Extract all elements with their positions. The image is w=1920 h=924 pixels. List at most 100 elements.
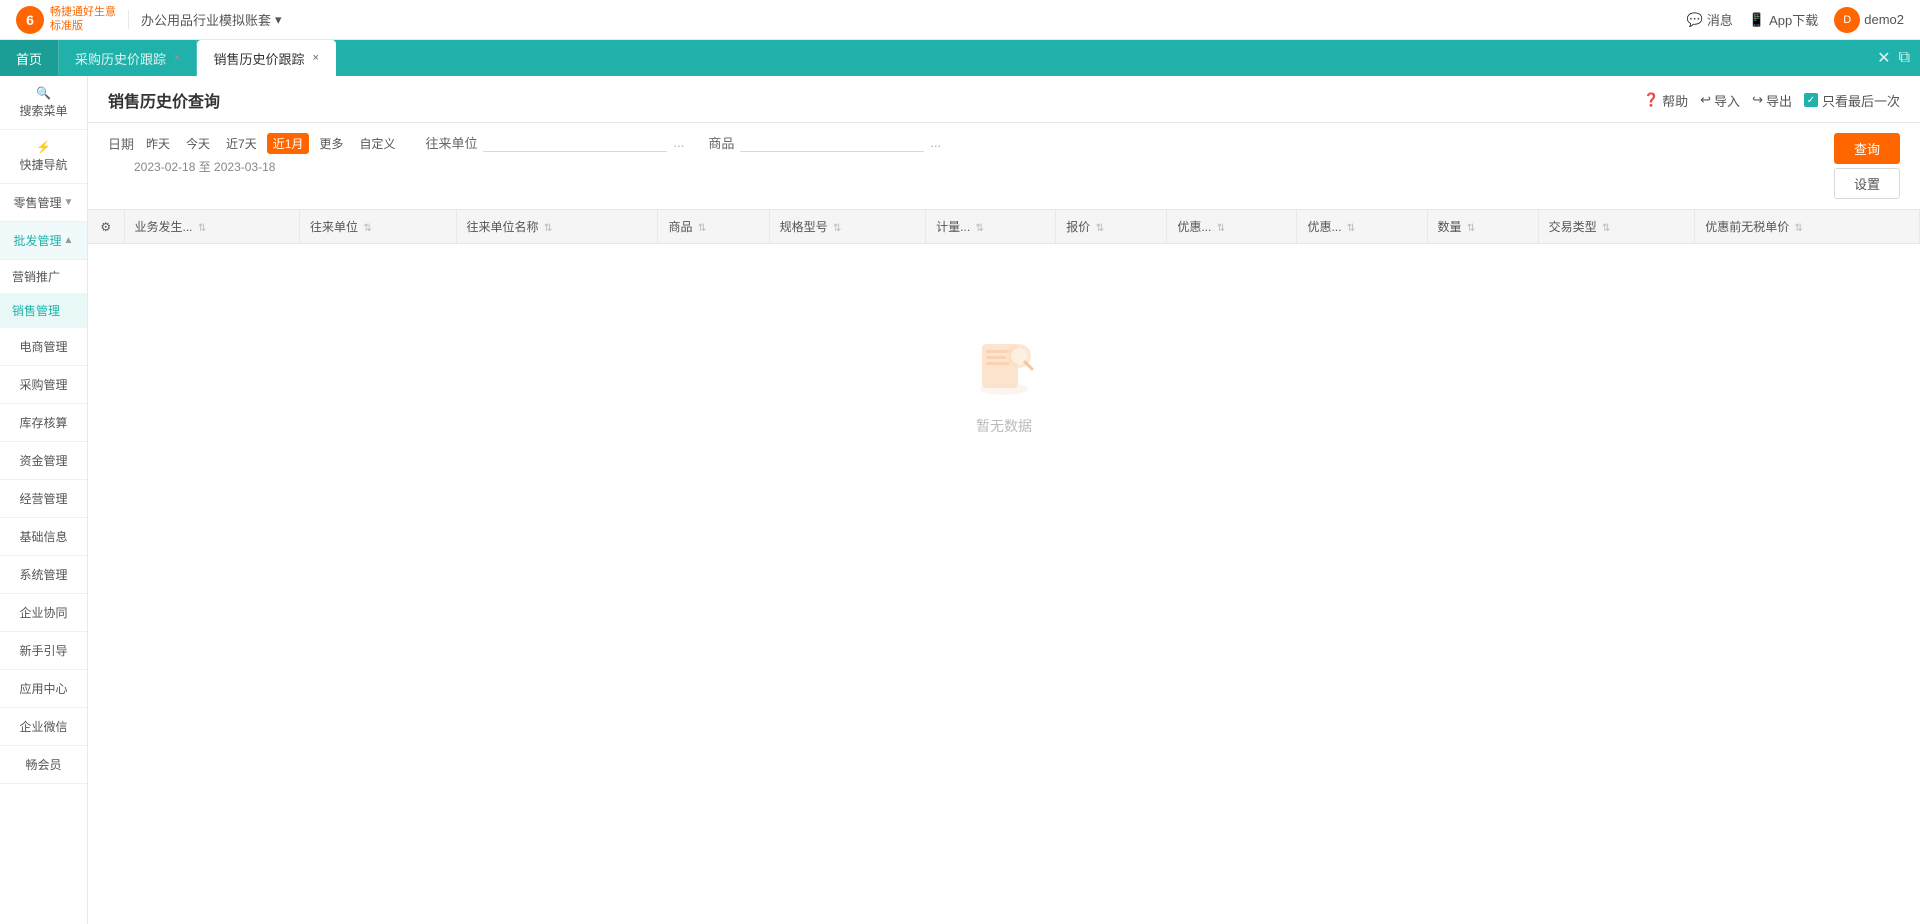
sidebar-item-search-menu[interactable]: 🔍 搜索菜单 — [0, 76, 87, 130]
setting-button[interactable]: 设置 — [1834, 168, 1900, 199]
counterpart-input[interactable] — [483, 134, 667, 152]
product-picker-btn[interactable]: ... — [930, 135, 941, 150]
sidebar-item-new-guide[interactable]: 新手引导 — [0, 632, 87, 670]
content-area: 销售历史价查询 ❓ 帮助 ↩ 导入 ↪ 导出 ✓ — [88, 76, 1920, 924]
sidebar-item-label: 经营管理 — [19, 490, 67, 507]
sidebar-item-wholesale-mgmt[interactable]: 批发管理 ▲ — [0, 222, 87, 260]
col-counterpart[interactable]: 往来单位 ⇅ — [299, 210, 456, 244]
top-bar-left: 6 畅捷通好生意 标准版 办公用品行业模拟账套 ▾ — [16, 6, 282, 34]
close-all-tabs-button[interactable]: ✕ — [1877, 48, 1890, 68]
col-product[interactable]: 商品 ⇅ — [658, 210, 769, 244]
col-spec[interactable]: 规格型号 ⇅ — [769, 210, 926, 244]
date-btn-custom[interactable]: 自定义 — [353, 133, 401, 154]
sidebar-item-enterprise[interactable]: 企业协同 — [0, 594, 87, 632]
sort-icon: ⇅ — [1217, 223, 1225, 234]
sort-icon: ⇅ — [198, 223, 206, 234]
help-icon: ❓ — [1643, 92, 1659, 108]
sidebar-item-sales-mgmt[interactable]: 销售管理 — [0, 294, 87, 328]
tab-purchase-history[interactable]: 采购历史价跟踪 × — [59, 40, 197, 76]
avatar: D — [1834, 7, 1860, 33]
import-button[interactable]: ↩ 导入 — [1700, 91, 1740, 110]
sidebar-item-label: 应用中心 — [19, 680, 67, 697]
sidebar-item-marketing[interactable]: 营销推广 — [0, 260, 87, 294]
sidebar-item-operations[interactable]: 经营管理 — [0, 480, 87, 518]
data-table: ⚙ 业务发生... ⇅ 往来单位 ⇅ 往来单位名称 ⇅ — [88, 210, 1920, 244]
date-btn-1month[interactable]: 近1月 — [267, 133, 310, 154]
message-icon: 💬 — [1687, 12, 1703, 28]
sort-icon: ⇅ — [833, 223, 841, 234]
col-discount2[interactable]: 优惠... ⇅ — [1297, 210, 1427, 244]
sidebar-item-sys-settings[interactable]: 系统管理 — [0, 556, 87, 594]
date-filter-group: 日期 昨天 今天 近7天 近1月 更多 自定义 2023-02-18 至 202… — [108, 133, 401, 175]
col-trade-type[interactable]: 交易类型 ⇅ — [1538, 210, 1695, 244]
col-discount1[interactable]: 优惠... ⇅ — [1167, 210, 1297, 244]
table-header-row: ⚙ 业务发生... ⇅ 往来单位 ⇅ 往来单位名称 ⇅ — [88, 210, 1920, 244]
sidebar-item-app-center[interactable]: 应用中心 — [0, 670, 87, 708]
sidebar-item-purchase-mgmt[interactable]: 采购管理 — [0, 366, 87, 404]
export-icon: ↪ — [1752, 92, 1763, 108]
counterpart-filter: 往来单位 ... — [425, 133, 684, 152]
col-quantity[interactable]: 数量 ⇅ — [1427, 210, 1538, 244]
sidebar-item-inventory[interactable]: 库存核算 — [0, 404, 87, 442]
only-last-toggle[interactable]: ✓ 只看最后一次 — [1804, 91, 1900, 110]
sidebar-item-quick-nav[interactable]: ⚡ 快捷导航 — [0, 130, 87, 184]
logo-icon: 6 — [16, 6, 44, 34]
sort-icon: ⇅ — [544, 223, 552, 234]
date-filter-top: 日期 昨天 今天 近7天 近1月 更多 自定义 — [108, 133, 401, 154]
sort-icon: ⇅ — [1795, 223, 1803, 234]
sidebar-item-label: 基础信息 — [19, 528, 67, 545]
sidebar-item-label: 系统管理 — [19, 566, 67, 583]
sidebar-item-label: 畅会员 — [25, 756, 61, 773]
counterpart-picker-btn[interactable]: ... — [673, 135, 684, 150]
sidebar-item-label: 企业微信 — [19, 718, 67, 735]
help-button[interactable]: ❓ 帮助 — [1643, 91, 1688, 110]
top-bar: 6 畅捷通好生意 标准版 办公用品行业模拟账套 ▾ 💬 消息 📱 App下载 D… — [0, 0, 1920, 40]
sidebar: 🔍 搜索菜单 ⚡ 快捷导航 零售管理 ▼ 批发管理 ▲ 营销推广 销售管理 电商… — [0, 76, 88, 924]
col-counterpart-name[interactable]: 往来单位名称 ⇅ — [456, 210, 658, 244]
user-menu[interactable]: D demo2 — [1834, 7, 1904, 33]
sidebar-item-member[interactable]: 畅会员 — [0, 746, 87, 784]
sidebar-item-basic-info[interactable]: 基础信息 — [0, 518, 87, 556]
sidebar-item-label: 库存核算 — [19, 414, 67, 431]
sidebar-item-finance[interactable]: 资金管理 — [0, 442, 87, 480]
app-selector[interactable]: 办公用品行业模拟账套 ▾ — [128, 10, 282, 29]
page-title-row: 销售历史价查询 ❓ 帮助 ↩ 导入 ↪ 导出 ✓ — [108, 88, 1900, 122]
date-btn-today[interactable]: 今天 — [180, 133, 216, 154]
tab-home[interactable]: 首页 — [0, 40, 59, 76]
sort-icon: ⇅ — [1347, 223, 1355, 234]
col-quote[interactable]: 报价 ⇅ — [1056, 210, 1167, 244]
sidebar-item-label: 批发管理 — [14, 232, 62, 249]
settings-icon: ⚙ — [100, 220, 111, 234]
close-sales-tab-button[interactable]: × — [312, 52, 318, 64]
download-icon: 📱 — [1749, 12, 1765, 28]
product-input[interactable] — [740, 134, 924, 152]
sidebar-item-enterprise-wechat[interactable]: 企业微信 — [0, 708, 87, 746]
import-icon: ↩ — [1700, 92, 1711, 108]
col-settings[interactable]: ⚙ — [88, 210, 124, 244]
col-unit[interactable]: 计量... ⇅ — [926, 210, 1056, 244]
sort-icon: ⇅ — [1467, 223, 1475, 234]
col-pre-tax-price[interactable]: 优惠前无税单价 ⇅ — [1695, 210, 1920, 244]
query-button[interactable]: 查询 — [1834, 133, 1900, 164]
sidebar-item-ecommerce[interactable]: 电商管理 — [0, 328, 87, 366]
export-button[interactable]: ↪ 导出 — [1752, 91, 1792, 110]
chevron-down-icon: ▼ — [64, 197, 74, 208]
date-btn-7days[interactable]: 近7天 — [220, 133, 263, 154]
date-btn-more[interactable]: 更多 — [313, 133, 349, 154]
table-area: ⚙ 业务发生... ⇅ 往来单位 ⇅ 往来单位名称 ⇅ — [88, 210, 1920, 924]
product-filter: 商品 ... — [708, 133, 941, 152]
date-btn-yesterday[interactable]: 昨天 — [140, 133, 176, 154]
close-purchase-tab-button[interactable]: × — [174, 52, 180, 64]
sort-icon: ⇅ — [1096, 223, 1104, 234]
sort-icon: ⇅ — [976, 223, 984, 234]
app-download-button[interactable]: 📱 App下载 — [1749, 10, 1818, 29]
sidebar-item-retail-mgmt[interactable]: 零售管理 ▼ — [0, 184, 87, 222]
restore-window-button[interactable]: ⧉ — [1899, 49, 1910, 67]
message-button[interactable]: 💬 消息 — [1687, 10, 1733, 29]
filter-section: 日期 昨天 今天 近7天 近1月 更多 自定义 2023-02-18 至 202… — [88, 123, 1920, 210]
search-icon: 🔍 — [36, 86, 51, 100]
col-biz-date[interactable]: 业务发生... ⇅ — [124, 210, 299, 244]
page-header: 销售历史价查询 ❓ 帮助 ↩ 导入 ↪ 导出 ✓ — [88, 76, 1920, 123]
tab-sales-history[interactable]: 销售历史价跟踪 × — [197, 40, 335, 76]
page-actions: ❓ 帮助 ↩ 导入 ↪ 导出 ✓ 只看最后一次 — [1643, 91, 1900, 110]
